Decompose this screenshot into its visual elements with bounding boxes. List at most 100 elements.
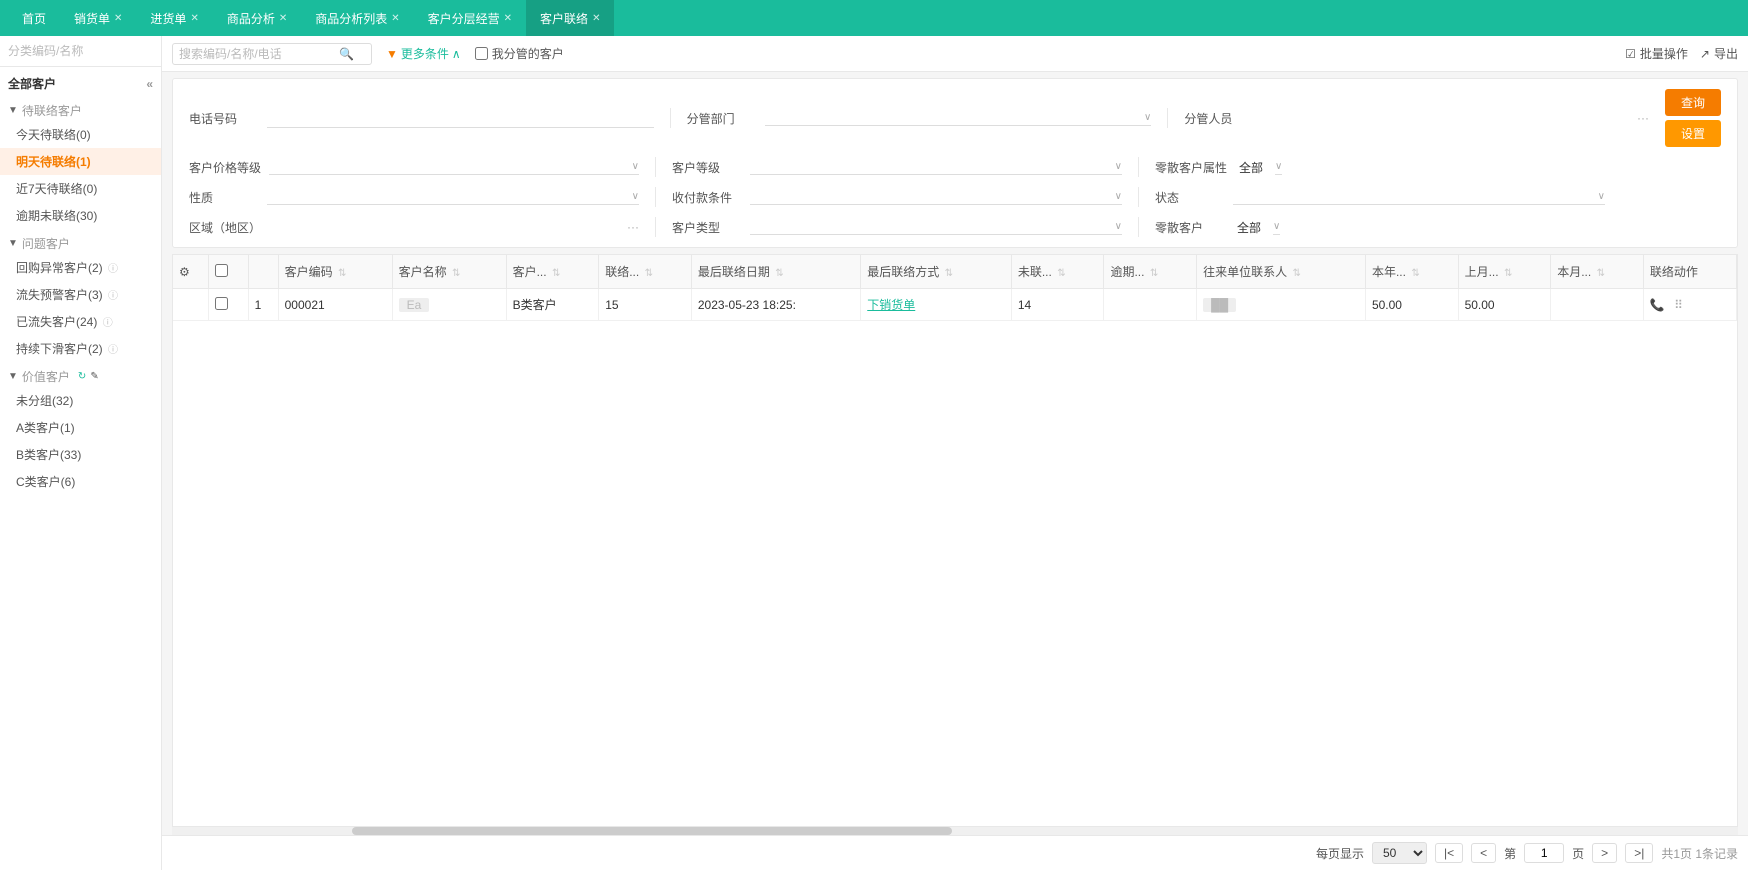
sort-date-icon: ⇅ [775, 268, 783, 279]
filter-retail-customer-select[interactable]: ∨ [1273, 219, 1280, 235]
sidebar-item-churned[interactable]: 已流失客户(24) ⓘ [0, 308, 161, 335]
nav-close-customer-seg[interactable]: ✕ [504, 13, 512, 24]
export-btn[interactable]: ↗ 导出 [1700, 45, 1738, 62]
select-all-checkbox[interactable] [215, 264, 228, 277]
col-uncontacted[interactable]: 未联... ⇅ [1011, 255, 1104, 289]
filter-divider-7 [655, 217, 656, 237]
filter-customer-type-select[interactable]: ∨ [750, 219, 1122, 235]
first-page-btn[interactable]: |< [1435, 843, 1463, 863]
nav-close-customer-contact[interactable]: ✕ [592, 13, 600, 24]
masked-unit-contact: ██ [1203, 298, 1236, 312]
filter-customer-level[interactable]: 客户等级 ∨ [672, 159, 1122, 176]
data-table: ⚙ 客户编码 ⇅ 客户名称 ⇅ 客户... ⇅ [173, 255, 1737, 321]
info-icon-declining: ⓘ [108, 345, 118, 356]
sidebar-item-repurchase-abnormal[interactable]: 回购异常客户(2) ⓘ [0, 254, 161, 281]
value-edit-icon[interactable]: ✎ [90, 371, 98, 382]
batch-operation-btn[interactable]: ☑ 批量操作 [1625, 45, 1688, 62]
phone-action-icon[interactable]: 📞 [1650, 298, 1665, 312]
main-search-icon[interactable]: 🔍 [339, 47, 354, 61]
sidebar-item-class-c[interactable]: C类客户(6) [0, 468, 161, 495]
filter-dept-select[interactable]: ∨ [765, 110, 1152, 126]
last-page-btn[interactable]: >| [1625, 843, 1653, 863]
page-size-select[interactable]: 50 100 200 [1372, 842, 1427, 864]
cell-last-contact-method[interactable]: 下销货单 [861, 289, 1012, 321]
sidebar-collapse-icon[interactable]: « [146, 77, 153, 91]
filter-area-ellipsis[interactable]: ··· [627, 220, 639, 234]
filter-dept[interactable]: 分管部门 ∨ [687, 110, 1152, 127]
sidebar-item-tomorrow-pending[interactable]: 明天待联络(1) [0, 148, 161, 175]
more-action-icon[interactable]: ⠿ [1674, 298, 1683, 312]
content-area: 🔍 ▼ 更多条件 ∧ 我分管的客户 ☑ 批量操作 ↗ 导出 [162, 36, 1748, 870]
filter-manager-ellipsis[interactable]: ··· [1637, 111, 1649, 125]
filter-customer-price[interactable]: 客户价格等级 ∨ [189, 159, 639, 176]
my-customers-checkbox[interactable] [475, 47, 488, 60]
row-checkbox[interactable] [215, 297, 228, 310]
horizontal-scrollbar[interactable] [172, 827, 1738, 835]
nav-analysis-list[interactable]: 商品分析列表 ✕ [301, 0, 413, 36]
filter-retail-attr-select[interactable]: ∨ [1275, 159, 1282, 175]
col-contact[interactable]: 联络... ⇅ [599, 255, 692, 289]
filter-customer-level-select[interactable]: ∨ [750, 159, 1122, 175]
query-button[interactable]: 查询 [1665, 89, 1721, 116]
col-index [248, 255, 278, 289]
main-search-box[interactable]: 🔍 [172, 43, 372, 65]
col-code[interactable]: 客户编码 ⇅ [278, 255, 392, 289]
col-unit-contact[interactable]: 往来单位联系人 ⇅ [1197, 255, 1366, 289]
next-page-btn[interactable]: > [1592, 843, 1617, 863]
col-overdue[interactable]: 逾期... ⇅ [1104, 255, 1197, 289]
sidebar-item-class-a[interactable]: A类客户(1) [0, 414, 161, 441]
filter-customer-price-select[interactable]: ∨ [269, 159, 639, 175]
scrollbar-thumb[interactable] [352, 827, 952, 835]
main-search-input[interactable] [179, 47, 339, 61]
value-refresh-icon[interactable]: ↻ [78, 371, 86, 382]
filter-phone-input[interactable] [267, 109, 654, 128]
filter-nature-select[interactable]: ∨ [267, 189, 639, 205]
col-checkbox[interactable] [208, 255, 248, 289]
toolbar-right: ☑ 批量操作 ↗ 导出 [1625, 45, 1738, 62]
nav-analysis[interactable]: 商品分析 ✕ [213, 0, 301, 36]
nav-sales[interactable]: 销货单 ✕ [60, 0, 136, 36]
filter-status-arrow: ∨ [1598, 191, 1605, 202]
filter-customer-type[interactable]: 客户类型 ∨ [672, 219, 1122, 236]
nav-close-purchase[interactable]: ✕ [190, 13, 198, 24]
nav-close-analysis-list[interactable]: ✕ [391, 13, 399, 24]
cell-checkbox[interactable] [208, 289, 248, 321]
filter-payment[interactable]: 收付款条件 ∨ [672, 189, 1122, 206]
col-last-contact-method[interactable]: 最后联络方式 ⇅ [861, 255, 1012, 289]
filter-nature[interactable]: 性质 ∨ [189, 189, 639, 206]
filter-divider-6 [1138, 187, 1139, 207]
nav-purchase[interactable]: 进货单 ✕ [136, 0, 212, 36]
nav-home[interactable]: 首页 [8, 0, 60, 36]
filter-payment-select[interactable]: ∨ [750, 189, 1122, 205]
sidebar-search-input[interactable] [8, 44, 162, 58]
sidebar-item-overdue-pending[interactable]: 逾期未联络(30) [0, 202, 161, 229]
col-this-month[interactable]: 本月... ⇅ [1551, 255, 1644, 289]
sidebar-item-7days-pending[interactable]: 近7天待联络(0) [0, 175, 161, 202]
col-customer-type[interactable]: 客户... ⇅ [506, 255, 599, 289]
cell-uncontacted: 14 [1011, 289, 1104, 321]
col-this-year[interactable]: 本年... ⇅ [1365, 255, 1458, 289]
col-contact-action: 联络动作 [1643, 255, 1736, 289]
nav-close-sales[interactable]: ✕ [114, 13, 122, 24]
nav-close-analysis[interactable]: ✕ [279, 13, 287, 24]
nav-customer-seg[interactable]: 客户分层经营 ✕ [414, 0, 526, 36]
col-last-contact-date[interactable]: 最后联络日期 ⇅ [691, 255, 860, 289]
sidebar-item-today-pending[interactable]: 今天待联络(0) [0, 121, 161, 148]
nav-customer-contact[interactable]: 客户联络 ✕ [526, 0, 614, 36]
page-input[interactable] [1524, 843, 1564, 863]
settings-button[interactable]: 设置 [1665, 120, 1721, 147]
filter-status[interactable]: 状态 ∨ [1155, 189, 1605, 206]
prev-page-btn[interactable]: < [1471, 843, 1496, 863]
col-last-month[interactable]: 上月... ⇅ [1458, 255, 1551, 289]
more-conditions-btn[interactable]: ▼ 更多条件 ∧ [380, 42, 467, 65]
sidebar-search-box[interactable]: 🔍 [0, 36, 161, 67]
pending-section-title: ▼ 待联络客户 [0, 96, 161, 121]
sidebar-item-declining[interactable]: 持续下滑客户(2) ⓘ [0, 335, 161, 362]
sidebar-item-churn-warning[interactable]: 流失预警客户(3) ⓘ [0, 281, 161, 308]
col-settings[interactable]: ⚙ [173, 255, 208, 289]
filter-status-select[interactable]: ∨ [1233, 189, 1605, 205]
my-customers-checkbox-label[interactable]: 我分管的客户 [475, 45, 564, 62]
sidebar-item-ungrouped[interactable]: 未分组(32) [0, 387, 161, 414]
col-name[interactable]: 客户名称 ⇅ [392, 255, 506, 289]
sidebar-item-class-b[interactable]: B类客户(33) [0, 441, 161, 468]
